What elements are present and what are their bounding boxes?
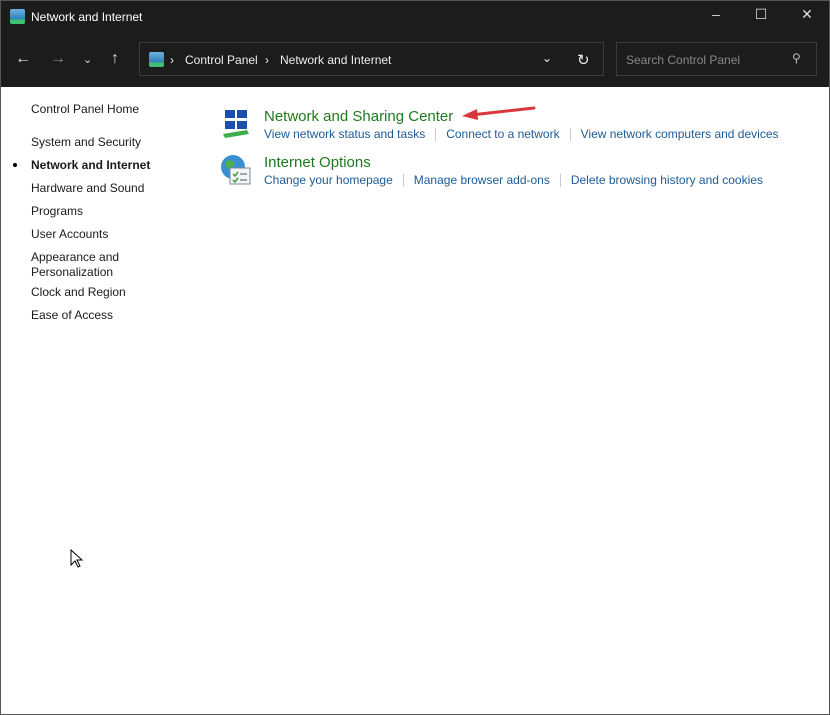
search-icon[interactable]: ⚲ [792, 51, 801, 65]
internet-options-icon [221, 155, 251, 185]
internet-options-link[interactable]: Internet Options [264, 154, 763, 171]
sidebar-item-network-and-internet[interactable]: Network and Internet [31, 158, 150, 173]
title-bar: Network and Internet – ☐ ✕ [1, 1, 829, 33]
category-internet-options: Internet Options Change your homepage Man… [264, 154, 763, 188]
sidebar-item-programs[interactable]: Programs [31, 204, 83, 219]
divider [569, 128, 571, 142]
up-button[interactable]: ↑ [111, 50, 119, 68]
chevron-right-icon: › [170, 53, 174, 67]
recent-locations-button[interactable]: ⌄ [83, 53, 92, 66]
chevron-right-icon: › [265, 53, 269, 67]
sidebar-item-ease-of-access[interactable]: Ease of Access [31, 308, 113, 323]
annotation-arrow-icon [462, 106, 536, 120]
divider [402, 174, 404, 188]
sidebar-item-appearance[interactable]: Appearance and Personalization [31, 250, 131, 280]
view-network-computers-link[interactable]: View network computers and devices [581, 127, 779, 141]
mouse-cursor-icon [70, 549, 84, 568]
breadcrumb-control-panel[interactable]: Control Panel [185, 53, 258, 67]
address-bar[interactable]: › Control Panel › Network and Internet ⌄… [139, 42, 604, 76]
sidebar-item-hardware-and-sound[interactable]: Hardware and Sound [31, 181, 144, 196]
delete-browsing-history-link[interactable]: Delete browsing history and cookies [571, 173, 763, 187]
minimize-button[interactable]: – [706, 6, 726, 26]
search-input[interactable]: Search Control Panel ⚲ [616, 42, 817, 76]
view-network-status-link[interactable]: View network status and tasks [264, 127, 425, 141]
divider [559, 174, 561, 188]
manage-add-ons-link[interactable]: Manage browser add-ons [414, 173, 550, 187]
connect-to-network-link[interactable]: Connect to a network [446, 127, 559, 141]
sidebar-item-system-and-security[interactable]: System and Security [31, 135, 141, 150]
navigation-bar: ← → ⌄ ↑ › Control Panel › Network and In… [1, 33, 829, 87]
breadcrumb-network-and-internet[interactable]: Network and Internet [280, 53, 391, 67]
back-button[interactable]: ← [15, 50, 31, 68]
sidebar-item-user-accounts[interactable]: User Accounts [31, 227, 108, 242]
divider [435, 128, 437, 142]
forward-button[interactable]: → [50, 50, 66, 68]
window: Network and Internet – ☐ ✕ ← → ⌄ ↑ › Con… [0, 0, 830, 715]
maximize-button[interactable]: ☐ [751, 6, 771, 26]
active-indicator [13, 163, 17, 167]
window-title: Network and Internet [31, 10, 143, 24]
search-placeholder: Search Control Panel [626, 53, 741, 67]
control-panel-icon [149, 52, 164, 67]
sidebar-item-clock-and-region[interactable]: Clock and Region [31, 285, 126, 300]
chevron-down-icon[interactable]: ⌄ [542, 51, 552, 65]
sidebar-item-control-panel-home[interactable]: Control Panel Home [31, 102, 139, 117]
close-button[interactable]: ✕ [797, 6, 817, 26]
control-panel-icon [10, 9, 25, 24]
refresh-icon[interactable]: ↻ [577, 51, 590, 69]
change-homepage-link[interactable]: Change your homepage [264, 173, 393, 187]
network-icon [223, 110, 249, 138]
